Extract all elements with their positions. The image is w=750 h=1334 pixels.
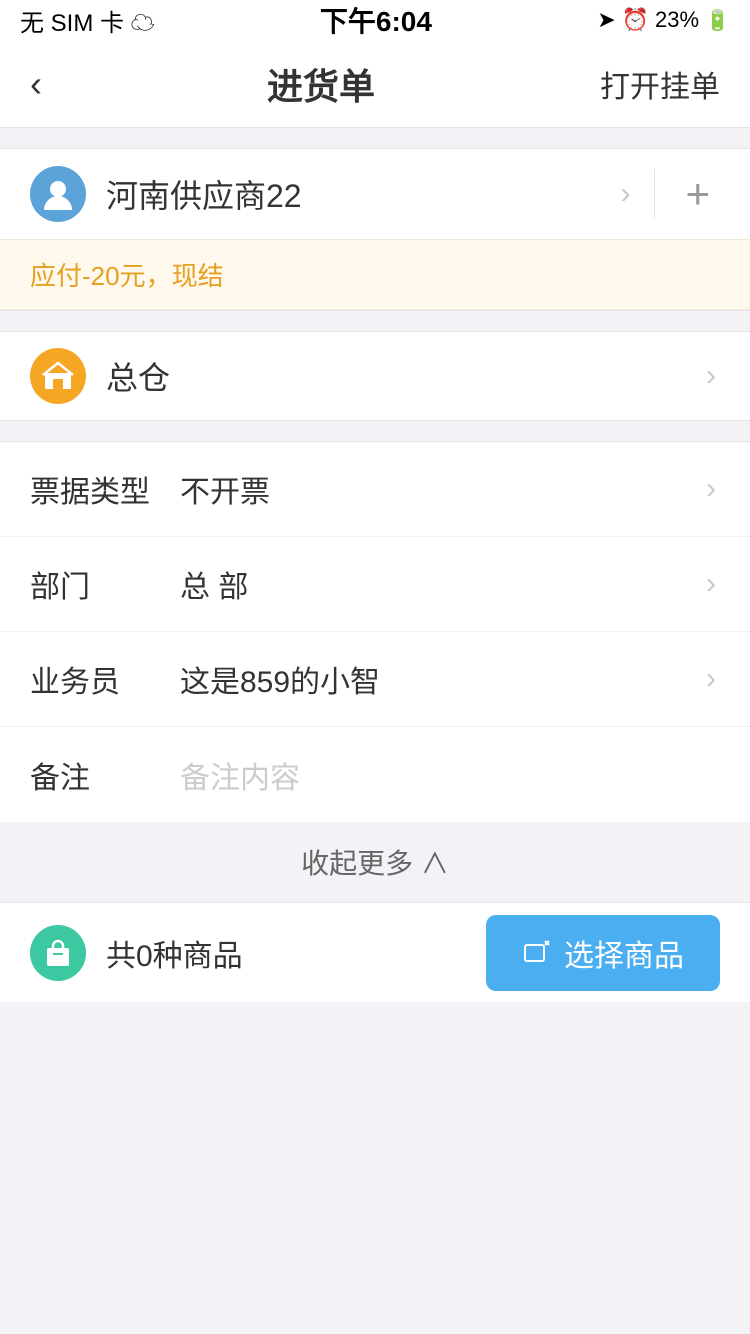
sim-label: 无 SIM 卡 ☁ — [20, 3, 155, 38]
form-row-salesperson[interactable]: 业务员 这是859的小智 › — [0, 632, 750, 727]
battery-icon: 🔋 — [705, 8, 730, 33]
select-goods-button[interactable]: 选择商品 — [486, 915, 720, 991]
supplier-row[interactable]: 河南供应商22 › + — [0, 149, 750, 239]
warehouse-row[interactable]: 总仓 › — [0, 331, 750, 421]
department-label: 部门 — [30, 562, 160, 606]
bottom-bar: 共0种商品 选择商品 — [0, 902, 750, 1002]
salesperson-label: 业务员 — [30, 657, 160, 701]
status-right: ➤ ⏰ 23% 🔋 — [597, 7, 730, 33]
add-supplier-button[interactable]: + — [675, 170, 720, 218]
nav-bar: ‹ 进货单 打开挂单 — [0, 40, 750, 128]
salesperson-value: 这是859的小智 — [160, 657, 706, 701]
supplier-name: 河南供应商22 — [106, 171, 620, 217]
notice-bar: 应付-20元，现结 — [0, 239, 750, 310]
invoice-chevron-icon: › — [706, 472, 716, 506]
invoice-label: 票据类型 — [30, 467, 160, 511]
status-left: 无 SIM 卡 ☁ — [20, 3, 155, 38]
form-row-remark[interactable]: 备注 备注内容 — [0, 727, 750, 822]
page-title: 进货单 — [267, 58, 375, 110]
supplier-chevron-icon: › — [620, 177, 630, 211]
warehouse-name: 总仓 — [106, 353, 706, 399]
goods-icon-wrap — [30, 925, 86, 981]
department-value: 总 部 — [160, 562, 706, 606]
warehouse-avatar — [30, 348, 86, 404]
open-pending-button[interactable]: 打开挂单 — [600, 62, 720, 106]
remark-input[interactable]: 备注内容 — [160, 753, 720, 797]
location-icon: ➤ — [597, 7, 615, 33]
select-goods-label: 选择商品 — [564, 931, 684, 975]
shopping-bag-icon — [41, 936, 75, 970]
goods-info: 共0种商品 — [30, 925, 243, 981]
select-goods-icon — [522, 938, 552, 968]
supplier-avatar — [30, 166, 86, 222]
department-chevron-icon: › — [706, 567, 716, 601]
content-below — [0, 1002, 750, 1302]
battery-label: 23% — [655, 7, 699, 33]
salesperson-chevron-icon: › — [706, 662, 716, 696]
form-row-invoice[interactable]: 票据类型 不开票 › — [0, 442, 750, 537]
supplier-divider — [654, 169, 655, 219]
person-icon — [40, 176, 76, 212]
warehouse-chevron-icon: › — [706, 359, 716, 393]
status-time: 下午6:04 — [320, 0, 432, 40]
remark-label: 备注 — [30, 753, 160, 797]
alarm-icon: ⏰ — [622, 7, 649, 33]
warehouse-icon — [41, 359, 75, 393]
gap-1 — [0, 128, 750, 148]
form-section: 票据类型 不开票 › 部门 总 部 › 业务员 这是859的小智 › 备注 备注… — [0, 441, 750, 822]
form-row-department[interactable]: 部门 总 部 › — [0, 537, 750, 632]
invoice-value: 不开票 — [160, 467, 706, 511]
back-button[interactable]: ‹ — [30, 63, 42, 105]
status-bar: 无 SIM 卡 ☁ 下午6:04 ➤ ⏰ 23% 🔋 — [0, 0, 750, 40]
collapse-bar[interactable]: 收起更多 ∧ — [0, 822, 750, 902]
supplier-section: 河南供应商22 › + 应付-20元，现结 — [0, 148, 750, 311]
goods-count-label: 共0种商品 — [106, 931, 243, 975]
